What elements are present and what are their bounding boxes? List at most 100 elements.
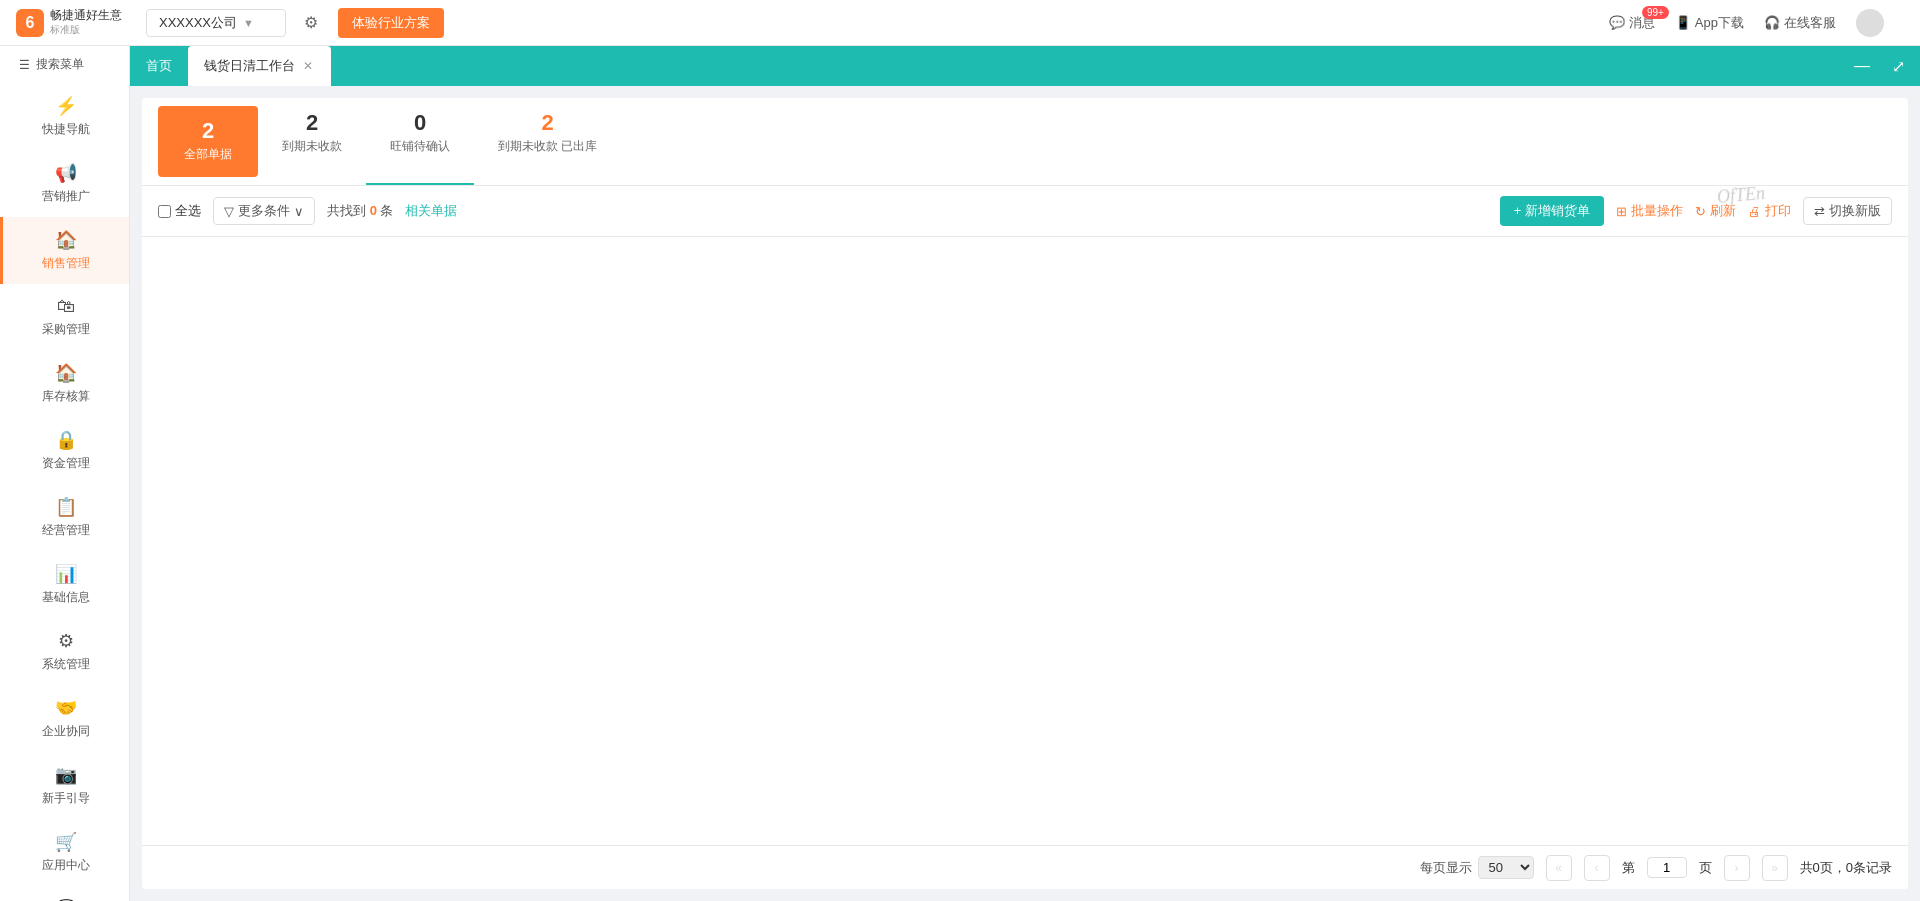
tab-close-icon[interactable]: ✕	[301, 57, 315, 75]
marketing-icon: 📢	[55, 162, 77, 184]
switch-icon: ⇄	[1814, 204, 1825, 219]
sidebar-item-finance[interactable]: 🔒 资金管理	[0, 417, 129, 484]
service-icon: 🎧	[1764, 15, 1780, 30]
sales-icon: 🏠	[55, 229, 77, 251]
tab-home[interactable]: 首页	[130, 46, 188, 86]
logo-text: 畅捷通好生意	[50, 8, 122, 24]
trial-button[interactable]: 体验行业方案	[338, 8, 444, 38]
page-first-button[interactable]: «	[1546, 855, 1572, 881]
sidebar-label-finance: 资金管理	[42, 455, 90, 472]
sidebar-search[interactable]: ☰ 搜索菜单	[0, 46, 129, 83]
sidebar-label-inventory: 库存核算	[42, 388, 90, 405]
purchase-icon: 🛍	[57, 296, 75, 317]
quick-nav-icon: ⚡	[55, 95, 77, 117]
service-label: 在线客服	[1784, 14, 1836, 32]
sidebar-item-purchase[interactable]: 🛍 采购管理	[0, 284, 129, 350]
filter-icon: ▽	[224, 204, 234, 219]
sidebar-item-operation[interactable]: 📋 经营管理	[0, 484, 129, 551]
sidebar-item-sales[interactable]: 🏠 销售管理	[0, 217, 129, 284]
sidebar-label-sales: 销售管理	[42, 255, 90, 272]
tab-bar-actions: — ⤢	[1848, 52, 1920, 80]
status-card-overdue[interactable]: 2 到期未收款	[258, 98, 366, 185]
header-right: 💬 消息 99+ 📱 App下载 🎧 在线客服	[1609, 9, 1904, 37]
card-all-label: 全部单据	[184, 146, 232, 163]
header: 6 畅捷通好生意 标准版 XXXXXX公司 ▼ ⚙ 体验行业方案 💬 消息 99…	[0, 0, 1920, 46]
found-count: 0	[370, 203, 377, 218]
company-dropdown-arrow: ▼	[243, 17, 254, 29]
basic-info-icon: 📊	[55, 563, 77, 585]
sidebar-label-purchase: 采购管理	[42, 321, 90, 338]
sidebar-item-quick-nav[interactable]: ⚡ 快捷导航	[0, 83, 129, 150]
batch-icon: ⊞	[1616, 204, 1627, 219]
switch-version-button[interactable]: ⇄ 切换新版	[1803, 197, 1892, 225]
page-size-select[interactable]: 50 100 200	[1478, 856, 1534, 879]
sidebar-label-cooperation: 企业协同	[42, 723, 90, 740]
batch-operation-button[interactable]: ⊞ 批量操作	[1616, 202, 1683, 220]
operation-icon: 📋	[55, 496, 77, 518]
search-menu-label: 搜索菜单	[36, 56, 84, 73]
logo-icon: 6	[16, 9, 44, 37]
total-records: 共0页，0条记录	[1800, 859, 1892, 877]
message-button[interactable]: 💬 消息 99+	[1609, 14, 1655, 32]
app-download-label: App下载	[1695, 14, 1744, 32]
refresh-button[interactable]: ↻ 刷新	[1695, 202, 1736, 220]
tab-cashflow[interactable]: 钱货日清工作台 ✕	[188, 46, 331, 86]
company-selector[interactable]: XXXXXX公司 ▼	[146, 9, 286, 37]
sidebar-item-app-center[interactable]: 🛒 应用中心	[0, 819, 129, 886]
sidebar-label-system: 系统管理	[42, 656, 90, 673]
sidebar-label-marketing: 营销推广	[42, 188, 90, 205]
print-button[interactable]: 🖨 打印	[1748, 202, 1791, 220]
found-prefix: 共找到	[327, 203, 366, 218]
message-badge: 99+	[1642, 6, 1669, 19]
related-records-link[interactable]: 相关单据	[405, 202, 457, 220]
print-icon: 🖨	[1748, 204, 1761, 219]
new-sales-order-button[interactable]: + 新增销货单	[1500, 196, 1604, 226]
status-card-all[interactable]: 2 全部单据	[158, 106, 258, 177]
card-overdue-number: 2	[306, 110, 318, 136]
system-icon: ⚙	[58, 630, 74, 652]
content-wrapper: 2 全部单据 2 到期未收款 0 旺铺待确认 2 到期未收款 已出库	[142, 98, 1908, 889]
toolbar-right: + 新增销货单 ⊞ 批量操作 ↻ 刷新 🖨 打印	[1500, 196, 1892, 226]
page-prev-button[interactable]: ‹	[1584, 855, 1610, 881]
inventory-icon: 🏠	[55, 362, 77, 384]
status-cards: 2 全部单据 2 到期未收款 0 旺铺待确认 2 到期未收款 已出库	[142, 98, 1908, 186]
minimize-button[interactable]: —	[1848, 52, 1876, 80]
online-service-button[interactable]: 🎧 在线客服	[1764, 14, 1836, 32]
settings-button[interactable]: ⚙	[296, 8, 326, 38]
app-download-icon: 📱	[1675, 15, 1691, 30]
layout: ☰ 搜索菜单 ⚡ 快捷导航 📢 营销推广 🏠 销售管理 🛍 采购管理 🏠 库存核…	[0, 46, 1920, 901]
app-download-button[interactable]: 📱 App下载	[1675, 14, 1744, 32]
page-next-button[interactable]: ›	[1724, 855, 1750, 881]
main-content: 首页 钱货日清工作台 ✕ — ⤢ 2 全部单据	[130, 46, 1920, 901]
cooperation-icon: 🤝	[55, 697, 77, 719]
tab-bar: 首页 钱货日清工作台 ✕ — ⤢	[130, 46, 1920, 86]
sidebar-item-cooperation[interactable]: 🤝 企业协同	[0, 685, 129, 752]
maximize-button[interactable]: ⤢	[1884, 52, 1912, 80]
status-card-pending[interactable]: 0 旺铺待确认	[366, 98, 474, 185]
sidebar-label-app-center: 应用中心	[42, 857, 90, 874]
status-card-overdue-out[interactable]: 2 到期未收款 已出库	[474, 98, 621, 185]
page-content: 2 全部单据 2 到期未收款 0 旺铺待确认 2 到期未收款 已出库	[130, 86, 1920, 901]
sidebar-item-inventory[interactable]: 🏠 库存核算	[0, 350, 129, 417]
sidebar-item-wechat[interactable]: 💬 企业微信	[0, 886, 129, 901]
sidebar-item-basic-info[interactable]: 📊 基础信息	[0, 551, 129, 618]
print-label: 打印	[1765, 202, 1791, 220]
avatar[interactable]	[1856, 9, 1884, 37]
sidebar-label-beginner: 新手引导	[42, 790, 90, 807]
filter-label: 更多条件	[238, 202, 290, 220]
sidebar-item-system[interactable]: ⚙ 系统管理	[0, 618, 129, 685]
toolbar-left: 全选 ▽ 更多条件 ∨ 共找到 0 条 相关单据	[158, 197, 1488, 225]
select-all-checkbox[interactable]: 全选	[158, 202, 201, 220]
finance-icon: 🔒	[55, 429, 77, 451]
filter-button[interactable]: ▽ 更多条件 ∨	[213, 197, 315, 225]
checkbox-input[interactable]	[158, 205, 171, 218]
sidebar-item-marketing[interactable]: 📢 营销推广	[0, 150, 129, 217]
page-last-button[interactable]: »	[1762, 855, 1788, 881]
app-center-icon: 🛒	[55, 831, 77, 853]
message-icon: 💬	[1609, 15, 1625, 30]
sidebar-item-beginner[interactable]: 📷 新手引导	[0, 752, 129, 819]
page-input[interactable]	[1647, 857, 1687, 878]
logo-sub: 标准版	[50, 23, 122, 37]
tab-home-label: 首页	[146, 57, 172, 75]
footer: 每页显示 50 100 200 « ‹ 第 页 › » 共0页，0条记录	[142, 845, 1908, 889]
